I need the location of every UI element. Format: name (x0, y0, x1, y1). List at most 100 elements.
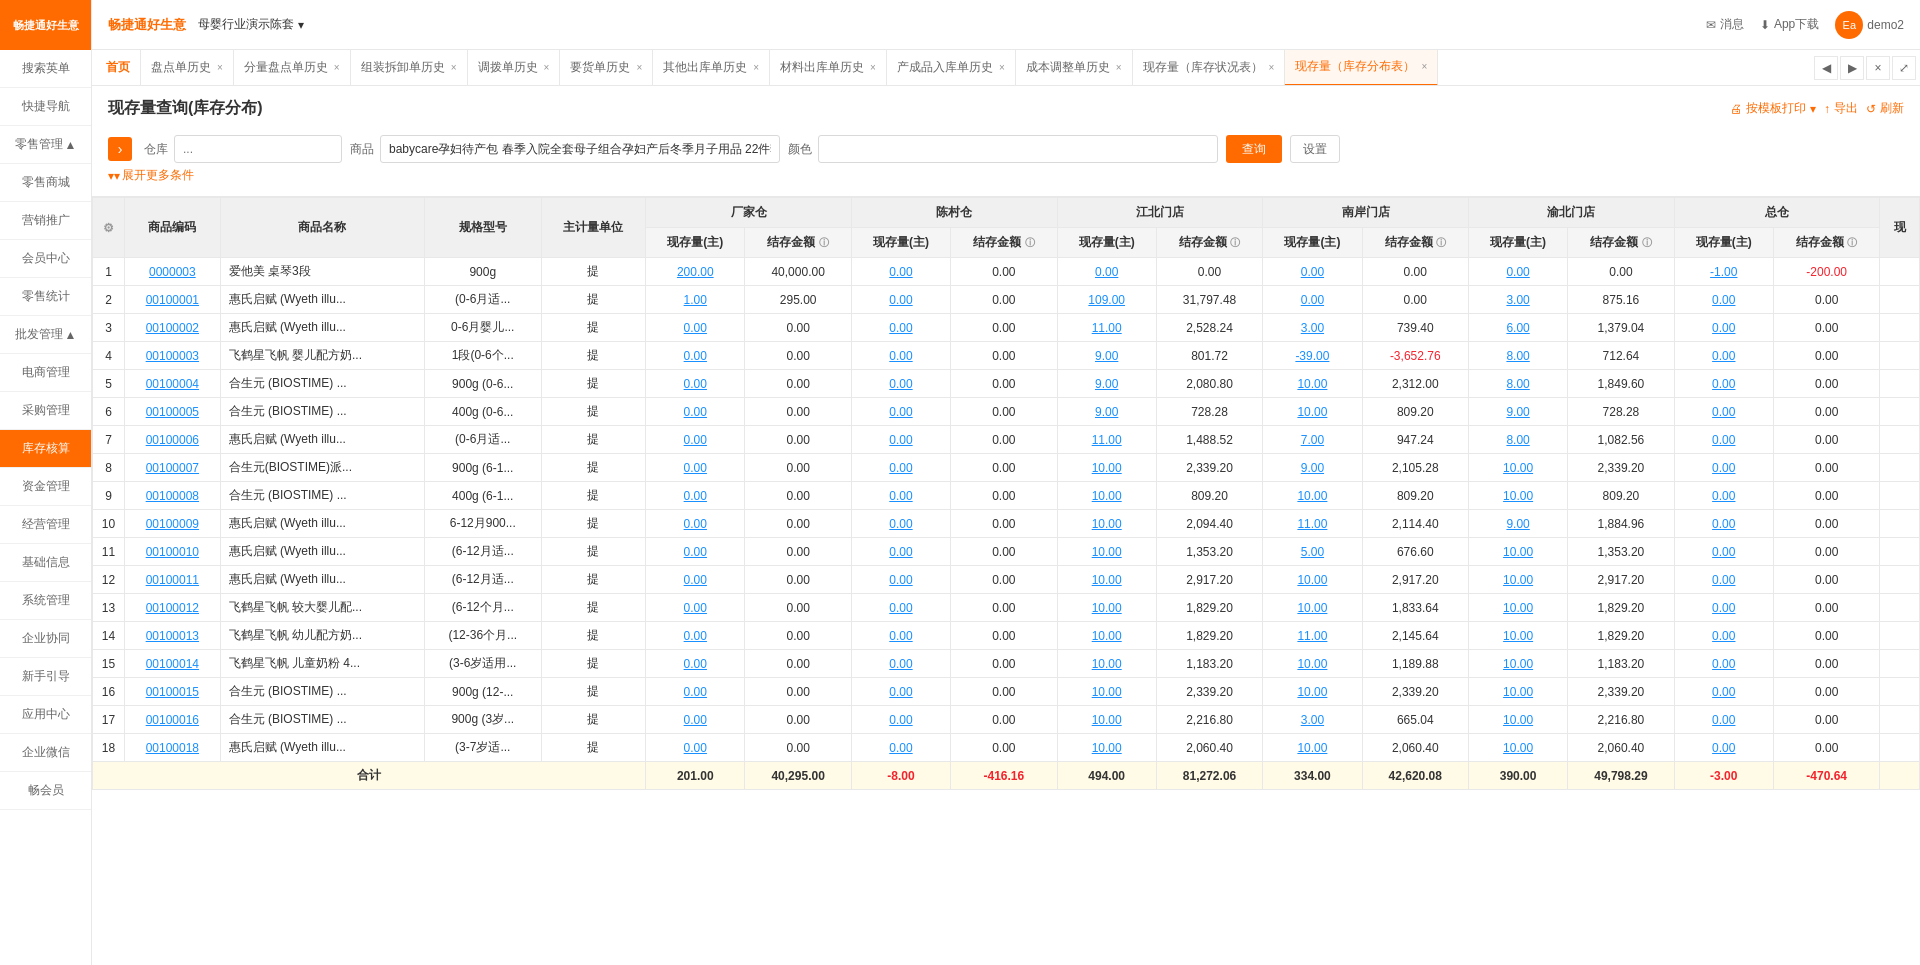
cell-code: 00100003 (125, 342, 221, 370)
tabs-prev-btn[interactable]: ◀ (1814, 56, 1838, 80)
cell-chencun-amt: 0.00 (951, 538, 1057, 566)
sidebar-item-system[interactable]: 系统管理 (0, 582, 91, 620)
sidebar-item-marketing[interactable]: 营销推广 (0, 202, 91, 240)
warehouse-input[interactable] (174, 135, 342, 163)
cell-idx: 14 (93, 622, 125, 650)
sidebar-item-purchase[interactable]: 采购管理 (0, 392, 91, 430)
cell-total-amt: 0.00 (1773, 342, 1879, 370)
cell-now (1880, 482, 1920, 510)
tab-material-out[interactable]: 材料出库单历史 × (770, 50, 887, 86)
tabs-close-btn[interactable]: × (1866, 56, 1890, 80)
col-settings[interactable]: ⚙ (93, 198, 125, 258)
cell-changjia-amt: 0.00 (745, 370, 851, 398)
sidebar-item-wechat[interactable]: 企业微信 (0, 734, 91, 772)
cell-jiangbei-amt: 0.00 (1156, 258, 1262, 286)
tabs-expand-btn[interactable]: ⤢ (1892, 56, 1916, 80)
store-selector[interactable]: 母婴行业演示陈套 ▾ (198, 16, 304, 33)
sidebar-item-apps[interactable]: 应用中心 (0, 696, 91, 734)
close-tab-inventory-check[interactable]: × (217, 62, 223, 73)
cell-changjia-qty: 0.00 (646, 370, 745, 398)
cell-now (1880, 454, 1920, 482)
setting-btn[interactable]: 设置 (1290, 135, 1340, 163)
user-menu[interactable]: Ea demo2 (1835, 11, 1904, 39)
cell-nanan-qty: -39.00 (1263, 342, 1362, 370)
cell-total-amt: 0.00 (1773, 650, 1879, 678)
cell-chencun-amt: 0.00 (951, 258, 1057, 286)
sidebar-item-search[interactable]: 搜索英单 (0, 50, 91, 88)
close-tab-stock-dist[interactable]: × (1421, 61, 1427, 72)
summary-total-amt: -470.64 (1773, 762, 1879, 790)
sidebar-item-mall[interactable]: 零售商城 (0, 164, 91, 202)
cell-spec: 900g (6-1... (425, 454, 541, 482)
cell-nanan-amt: 739.40 (1362, 314, 1468, 342)
sidebar-item-basic[interactable]: 基础信息 (0, 544, 91, 582)
cell-jiangbei-amt: 2,060.40 (1156, 734, 1262, 762)
cell-total-amt: 0.00 (1773, 622, 1879, 650)
tab-inventory-check[interactable]: 盘点单历史 × (141, 50, 234, 86)
cell-nanan-qty: 10.00 (1263, 678, 1362, 706)
color-input[interactable] (818, 135, 1218, 163)
close-tab-assemble[interactable]: × (451, 62, 457, 73)
tab-cost-adj[interactable]: 成本调整单历史 × (1016, 50, 1133, 86)
close-tab-product-in[interactable]: × (999, 62, 1005, 73)
close-tab-stock-status[interactable]: × (1269, 62, 1275, 73)
app-download-btn[interactable]: ⬇ App下载 (1760, 16, 1819, 33)
sidebar-item-guide[interactable]: 新手引导 (0, 658, 91, 696)
expand-arrow-btn[interactable]: › (108, 137, 132, 161)
tab-split-inventory[interactable]: 分量盘点单历史 × (234, 50, 351, 86)
tab-purchase-order[interactable]: 要货单历史 × (560, 50, 653, 86)
close-tab-cost-adj[interactable]: × (1116, 62, 1122, 73)
tab-stock-status[interactable]: 现存量（库存状况表） × (1133, 50, 1286, 86)
sidebar-item-inventory[interactable]: 库存核算 (0, 430, 91, 468)
sidebar-item-retail-stats[interactable]: 零售统计 (0, 278, 91, 316)
cell-spec: 900g (425, 258, 541, 286)
tab-product-in[interactable]: 产成品入库单历史 × (887, 50, 1016, 86)
sidebar-item-ecommerce[interactable]: 电商管理 (0, 354, 91, 392)
cell-idx: 12 (93, 566, 125, 594)
col-yubei-header: 渝北门店 (1468, 198, 1674, 228)
print-btn[interactable]: 🖨 按模板打印 ▾ (1730, 100, 1816, 117)
sidebar-item-nav[interactable]: 快捷导航 (0, 88, 91, 126)
cell-changjia-qty: 0.00 (646, 538, 745, 566)
cell-code: 00100002 (125, 314, 221, 342)
cell-chencun-qty: 0.00 (851, 342, 950, 370)
cell-nanan-amt: 2,145.64 (1362, 622, 1468, 650)
tab-transfer[interactable]: 调拨单历史 × (468, 50, 561, 86)
close-tab-other-out[interactable]: × (753, 62, 759, 73)
col-nanan-header: 南岸门店 (1263, 198, 1469, 228)
cell-yubei-qty: 10.00 (1468, 650, 1567, 678)
cell-jiangbei-qty: 10.00 (1057, 678, 1156, 706)
tab-other-out[interactable]: 其他出库单历史 × (653, 50, 770, 86)
cell-spec: (6-12个月... (425, 594, 541, 622)
close-tab-purchase-order[interactable]: × (636, 62, 642, 73)
tabs-next-btn[interactable]: ▶ (1840, 56, 1864, 80)
goods-input[interactable] (380, 135, 780, 163)
sidebar-item-wholesale[interactable]: 批发管理 ▲ (0, 316, 91, 354)
cell-jiangbei-qty: 10.00 (1057, 706, 1156, 734)
export-btn[interactable]: ↑ 导出 (1824, 100, 1858, 117)
refresh-btn[interactable]: ↺ 刷新 (1866, 100, 1904, 117)
cell-chencun-amt: 0.00 (951, 734, 1057, 762)
cell-yubei-amt: 1,829.20 (1568, 622, 1674, 650)
cell-idx: 15 (93, 650, 125, 678)
close-tab-material-out[interactable]: × (870, 62, 876, 73)
tab-assemble[interactable]: 组装拆卸单历史 × (351, 50, 468, 86)
close-tab-split-inventory[interactable]: × (334, 62, 340, 73)
tab-home[interactable]: 首页 (96, 50, 141, 86)
cell-code: 00100012 (125, 594, 221, 622)
query-btn[interactable]: 查询 (1226, 135, 1282, 163)
sidebar-item-vip[interactable]: 畅会员 (0, 772, 91, 810)
expand-conditions[interactable]: ▾▾ 展开更多条件 (108, 167, 1904, 184)
settings-icon[interactable]: ⚙ (103, 221, 114, 235)
tab-stock-dist[interactable]: 现存量（库存分布表） × (1285, 50, 1438, 86)
close-tab-transfer[interactable]: × (544, 62, 550, 73)
cell-yubei-qty: 9.00 (1468, 398, 1567, 426)
sidebar-item-finance[interactable]: 资金管理 (0, 468, 91, 506)
table-row: 9 00100008 合生元 (BIOSTIME) ... 400g (6-1.… (93, 482, 1920, 510)
sidebar-item-operation[interactable]: 经营管理 (0, 506, 91, 544)
sidebar-item-retail[interactable]: 零售管理 ▲ (0, 126, 91, 164)
sidebar-item-enterprise[interactable]: 企业协同 (0, 620, 91, 658)
message-btn[interactable]: ✉ 消息 (1706, 16, 1744, 33)
cell-total-qty: 0.00 (1674, 398, 1773, 426)
sidebar-item-member[interactable]: 会员中心 (0, 240, 91, 278)
